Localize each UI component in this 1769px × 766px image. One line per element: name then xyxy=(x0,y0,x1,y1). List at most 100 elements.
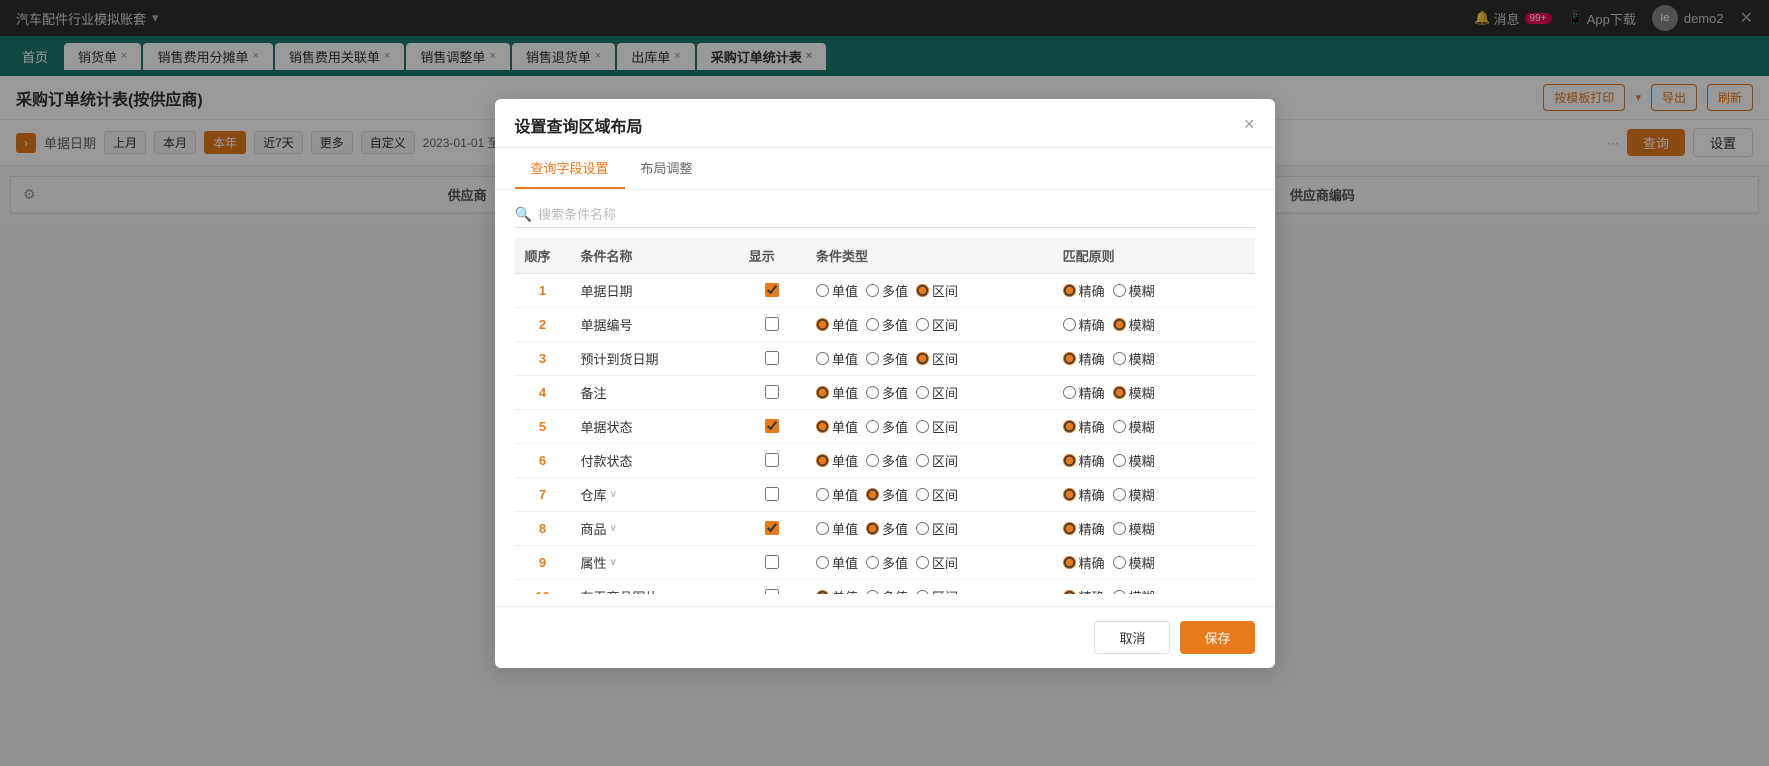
type-multi-radio[interactable] xyxy=(866,488,879,501)
type-multi-item[interactable]: 多值 xyxy=(866,417,908,436)
modal-close-button[interactable]: × xyxy=(1244,114,1255,135)
type-multi-item[interactable]: 多值 xyxy=(866,485,908,504)
type-single-item[interactable]: 单值 xyxy=(816,383,858,402)
type-multi-radio[interactable] xyxy=(866,590,879,594)
match-fuzzy-radio[interactable] xyxy=(1113,420,1126,433)
type-single-radio[interactable] xyxy=(816,590,829,594)
match-exact-radio[interactable] xyxy=(1063,454,1076,467)
match-fuzzy-radio[interactable] xyxy=(1113,318,1126,331)
type-range-radio[interactable] xyxy=(916,590,929,594)
match-fuzzy-item[interactable]: 模糊 xyxy=(1113,349,1155,368)
match-exact-radio[interactable] xyxy=(1063,590,1076,594)
type-multi-radio[interactable] xyxy=(866,318,879,331)
match-exact-item[interactable]: 精确 xyxy=(1063,281,1105,300)
type-single-radio[interactable] xyxy=(816,556,829,569)
type-multi-radio[interactable] xyxy=(866,386,879,399)
match-fuzzy-radio[interactable] xyxy=(1113,284,1126,297)
match-exact-radio[interactable] xyxy=(1063,352,1076,365)
match-fuzzy-item[interactable]: 模糊 xyxy=(1113,519,1155,538)
type-range-radio[interactable] xyxy=(916,318,929,331)
type-single-radio[interactable] xyxy=(816,522,829,535)
type-single-radio[interactable] xyxy=(816,284,829,297)
type-multi-item[interactable]: 多值 xyxy=(866,349,908,368)
match-exact-item[interactable]: 精确 xyxy=(1063,553,1105,572)
type-range-radio[interactable] xyxy=(916,284,929,297)
show-checkbox[interactable] xyxy=(765,419,779,433)
show-checkbox[interactable] xyxy=(765,317,779,331)
type-range-radio[interactable] xyxy=(916,522,929,535)
match-exact-radio[interactable] xyxy=(1063,488,1076,501)
type-range-radio[interactable] xyxy=(916,488,929,501)
type-range-item[interactable]: 区间 xyxy=(916,281,958,300)
match-exact-radio[interactable] xyxy=(1063,386,1076,399)
match-exact-radio[interactable] xyxy=(1063,420,1076,433)
match-fuzzy-radio[interactable] xyxy=(1113,556,1126,569)
match-exact-item[interactable]: 精确 xyxy=(1063,587,1105,594)
modal-tab-fields[interactable]: 查询字段设置 xyxy=(515,148,625,189)
type-single-radio[interactable] xyxy=(816,352,829,365)
match-exact-radio[interactable] xyxy=(1063,556,1076,569)
type-single-item[interactable]: 单值 xyxy=(816,417,858,436)
show-checkbox[interactable] xyxy=(765,351,779,365)
match-fuzzy-radio[interactable] xyxy=(1113,590,1126,594)
match-exact-item[interactable]: 精确 xyxy=(1063,451,1105,470)
match-exact-item[interactable]: 精确 xyxy=(1063,417,1105,436)
type-range-item[interactable]: 区间 xyxy=(916,587,958,594)
type-single-item[interactable]: 单值 xyxy=(816,485,858,504)
type-multi-item[interactable]: 多值 xyxy=(866,383,908,402)
cancel-button[interactable]: 取消 xyxy=(1094,621,1170,654)
search-input[interactable] xyxy=(538,207,738,222)
type-range-radio[interactable] xyxy=(916,556,929,569)
type-range-radio[interactable] xyxy=(916,352,929,365)
match-fuzzy-item[interactable]: 模糊 xyxy=(1113,451,1155,470)
match-fuzzy-item[interactable]: 模糊 xyxy=(1113,281,1155,300)
type-multi-radio[interactable] xyxy=(866,420,879,433)
match-fuzzy-item[interactable]: 模糊 xyxy=(1113,553,1155,572)
type-single-item[interactable]: 单值 xyxy=(816,451,858,470)
type-range-radio[interactable] xyxy=(916,454,929,467)
match-exact-radio[interactable] xyxy=(1063,284,1076,297)
type-multi-item[interactable]: 多值 xyxy=(866,281,908,300)
match-exact-radio[interactable] xyxy=(1063,522,1076,535)
type-range-item[interactable]: 区间 xyxy=(916,519,958,538)
match-fuzzy-item[interactable]: 模糊 xyxy=(1113,485,1155,504)
type-single-radio[interactable] xyxy=(816,420,829,433)
show-checkbox[interactable] xyxy=(765,521,779,535)
type-single-item[interactable]: 单值 xyxy=(816,553,858,572)
match-exact-item[interactable]: 精确 xyxy=(1063,383,1105,402)
type-single-radio[interactable] xyxy=(816,454,829,467)
type-range-item[interactable]: 区间 xyxy=(916,315,958,334)
type-multi-item[interactable]: 多值 xyxy=(866,451,908,470)
match-exact-item[interactable]: 精确 xyxy=(1063,315,1105,334)
match-exact-item[interactable]: 精确 xyxy=(1063,485,1105,504)
show-checkbox[interactable] xyxy=(765,487,779,501)
match-fuzzy-radio[interactable] xyxy=(1113,522,1126,535)
match-fuzzy-item[interactable]: 模糊 xyxy=(1113,383,1155,402)
type-single-item[interactable]: 单值 xyxy=(816,519,858,538)
show-checkbox[interactable] xyxy=(765,555,779,569)
type-range-item[interactable]: 区间 xyxy=(916,417,958,436)
match-fuzzy-item[interactable]: 模糊 xyxy=(1113,587,1155,594)
match-fuzzy-item[interactable]: 模糊 xyxy=(1113,417,1155,436)
show-checkbox[interactable] xyxy=(765,283,779,297)
type-range-item[interactable]: 区间 xyxy=(916,485,958,504)
type-range-radio[interactable] xyxy=(916,420,929,433)
type-single-item[interactable]: 单值 xyxy=(816,281,858,300)
show-checkbox[interactable] xyxy=(765,385,779,399)
type-multi-radio[interactable] xyxy=(866,284,879,297)
type-single-radio[interactable] xyxy=(816,386,829,399)
type-single-item[interactable]: 单值 xyxy=(816,315,858,334)
match-exact-item[interactable]: 精确 xyxy=(1063,349,1105,368)
match-fuzzy-item[interactable]: 模糊 xyxy=(1113,315,1155,334)
show-checkbox[interactable] xyxy=(765,589,779,594)
type-multi-radio[interactable] xyxy=(866,454,879,467)
type-multi-radio[interactable] xyxy=(866,352,879,365)
match-fuzzy-radio[interactable] xyxy=(1113,488,1126,501)
type-multi-radio[interactable] xyxy=(866,556,879,569)
type-single-item[interactable]: 单值 xyxy=(816,349,858,368)
type-range-item[interactable]: 区间 xyxy=(916,383,958,402)
type-range-item[interactable]: 区间 xyxy=(916,451,958,470)
type-single-item[interactable]: 单值 xyxy=(816,587,858,594)
match-fuzzy-radio[interactable] xyxy=(1113,352,1126,365)
type-single-radio[interactable] xyxy=(816,488,829,501)
